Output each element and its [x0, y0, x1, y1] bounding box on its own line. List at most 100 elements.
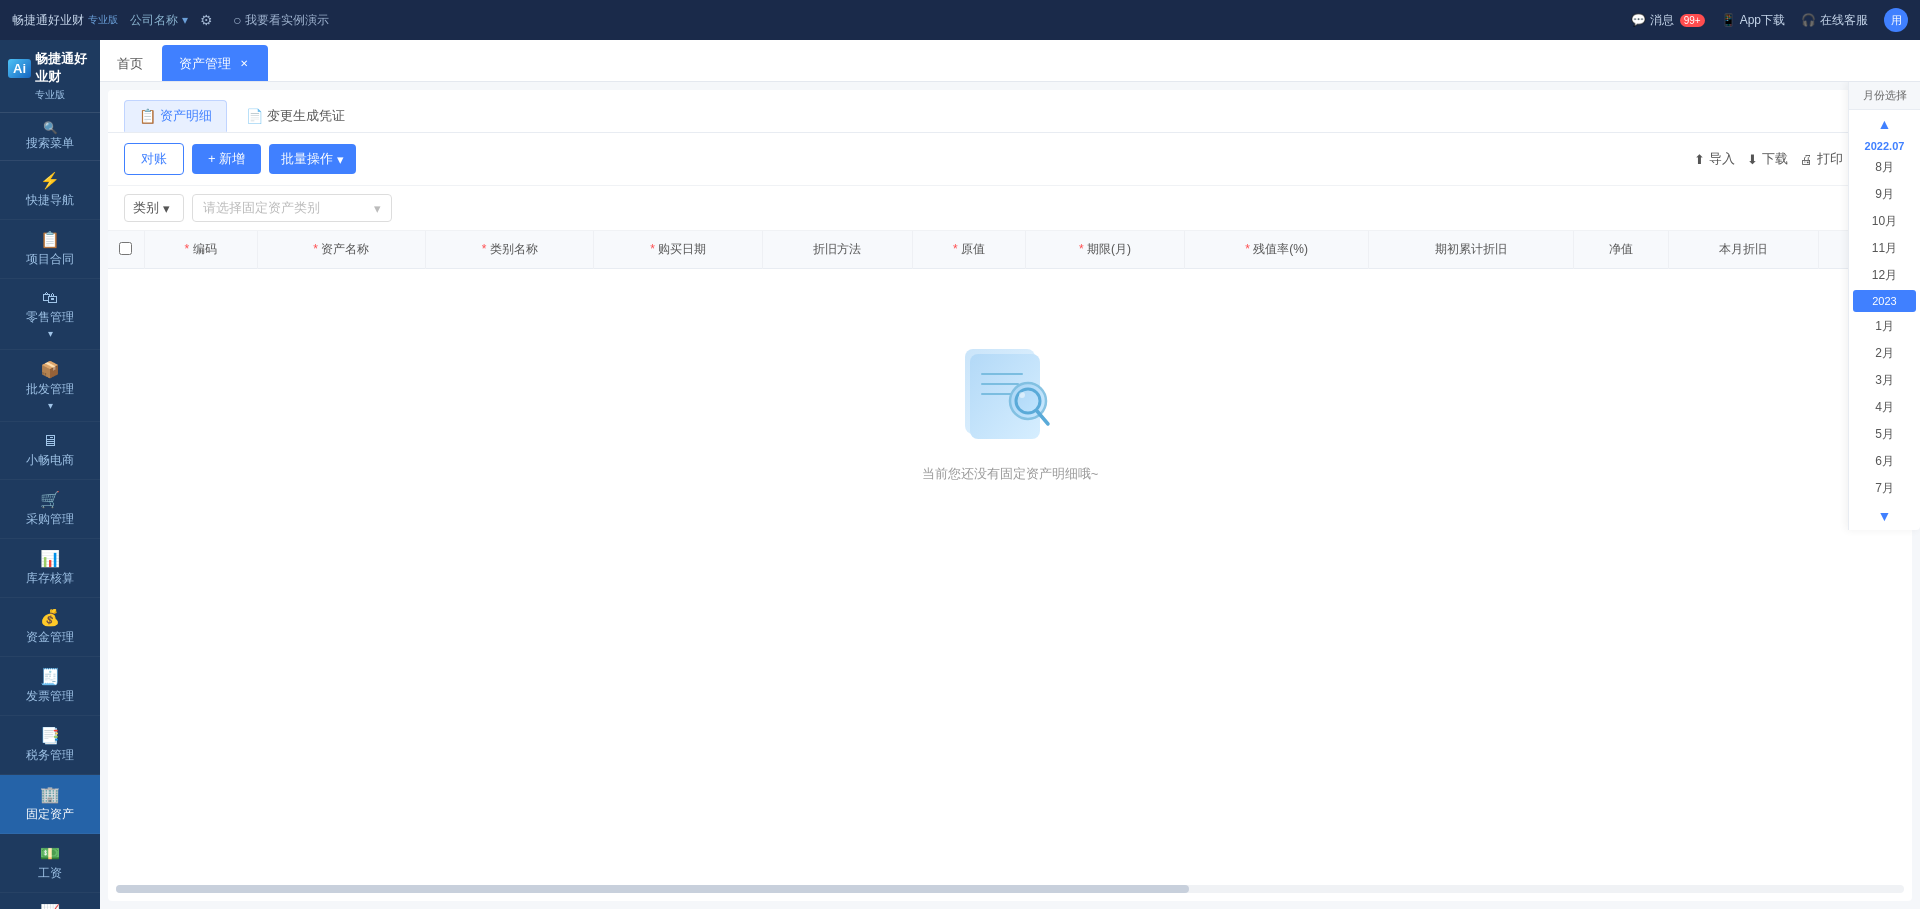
sidebar-item-fund[interactable]: 💰 资金管理 [0, 598, 100, 657]
tab-assets[interactable]: 资产管理 ✕ [162, 45, 268, 81]
month-panel: 月份选择 ▲ 2022.07 8月 9月 10月 11月 12月 2023 1月… [1848, 82, 1920, 530]
month-item-6[interactable]: 6月 [1849, 448, 1920, 475]
salary-icon: 💵 [40, 844, 60, 863]
assets-label: 固定资产 [26, 806, 74, 823]
sidebar-item-operation[interactable]: 📈 经营管理 [0, 893, 100, 909]
month-year-label: 2022.07 [1849, 138, 1920, 154]
wholesale-label: 批发管理 [26, 381, 74, 398]
month-item-11[interactable]: 11月 [1849, 235, 1920, 262]
category-filter-type[interactable]: 类别 ▾ [124, 194, 184, 222]
logo-edition: 专业版 [35, 88, 65, 102]
company-label: 公司名称 [130, 12, 178, 29]
main-panel: 📋 资产明细 📄 变更生成凭证 对账 + 新增 批量操作 ▾ [108, 90, 1912, 901]
sidebar-item-nav[interactable]: ⚡ 快捷导航 [0, 161, 100, 220]
purchase-icon: 🛒 [40, 490, 60, 509]
online-service-button[interactable]: 🎧 在线客服 [1801, 12, 1868, 29]
sidebar-item-salary[interactable]: 💵 工资 [0, 834, 100, 893]
app-download-label: App下载 [1740, 12, 1785, 29]
download-action[interactable]: ⬇ 下载 [1747, 150, 1788, 168]
month-item-4[interactable]: 4月 [1849, 394, 1920, 421]
import-label: 导入 [1709, 150, 1735, 168]
sidebar-item-assets[interactable]: 🏢 固定资产 [0, 775, 100, 834]
filter-bar: 类别 ▾ 请选择固定资产类别 ▾ [108, 186, 1912, 231]
retail-icon: 🛍 [42, 289, 58, 307]
svg-point-8 [1019, 392, 1025, 398]
message-button[interactable]: 💬 消息 99+ [1631, 12, 1705, 29]
sidebar-item-project[interactable]: 📋 项目合同 [0, 220, 100, 279]
retail-label: 零售管理 [26, 309, 74, 326]
th-name: 资产名称 [257, 231, 425, 269]
demo-link[interactable]: ○ 我要看实例演示 [233, 12, 329, 29]
tab-home[interactable]: 首页 [100, 45, 160, 81]
th-net-value: 净值 [1574, 231, 1669, 269]
search-menu[interactable]: 🔍 搜索菜单 [0, 113, 100, 161]
category-filter-label: 类别 [133, 199, 159, 217]
sub-tab-voucher[interactable]: 📄 变更生成凭证 [231, 100, 360, 132]
demo-text: 我要看实例演示 [245, 12, 329, 29]
message-badge: 99+ [1680, 14, 1705, 27]
import-icon: ⬆ [1694, 152, 1705, 167]
app-name: 畅捷通好业财 [12, 12, 84, 29]
month-prev-btn[interactable]: ▲ [1875, 114, 1895, 134]
month-item-3[interactable]: 3月 [1849, 367, 1920, 394]
wholesale-arrow: ▾ [48, 400, 53, 411]
sidebar-item-invoice[interactable]: 🧾 发票管理 [0, 657, 100, 716]
tab-close-icon[interactable]: ✕ [237, 57, 251, 71]
month-item-2[interactable]: 2月 [1849, 340, 1920, 367]
sidebar-logo: Ai 畅捷通好业财 专业版 [0, 40, 100, 113]
company-name[interactable]: 畅捷通好业财 专业版 公司名称 ▾ [12, 12, 188, 29]
month-item-10[interactable]: 10月 [1849, 208, 1920, 235]
month-next-btn[interactable]: ▼ [1875, 506, 1895, 526]
print-action[interactable]: 🖨 打印 [1800, 150, 1843, 168]
add-button[interactable]: + 新增 [192, 144, 261, 174]
assets-table: 编码 资产名称 类别名称 购买日期 折旧方法 原值 期限(月) 残值率(%) 期… [108, 231, 1912, 269]
th-code: 编码 [144, 231, 257, 269]
month-item-8[interactable]: 8月 [1849, 154, 1920, 181]
tab-assets-label: 资产管理 [179, 55, 231, 73]
category-filter-input[interactable]: 请选择固定资产类别 ▾ [192, 194, 392, 222]
empty-state: 当前您还没有固定资产明细哦~ [108, 269, 1912, 543]
reconcile-button[interactable]: 对账 [124, 143, 184, 175]
month-item-1[interactable]: 1月 [1849, 313, 1920, 340]
app-download-button[interactable]: 📱 App下载 [1721, 12, 1785, 29]
sub-tab-detail[interactable]: 📋 资产明细 [124, 100, 227, 132]
th-buy-date: 购买日期 [594, 231, 762, 269]
category-placeholder: 请选择固定资产类别 [203, 199, 320, 217]
batch-dropdown-icon: ▾ [337, 152, 344, 167]
empty-icon [950, 329, 1070, 449]
filter-dropdown-icon: ▾ [374, 201, 381, 216]
top-bar-right: 💬 消息 99+ 📱 App下载 🎧 在线客服 用 [1631, 8, 1908, 32]
th-category: 类别名称 [426, 231, 594, 269]
month-item-12[interactable]: 12月 [1849, 262, 1920, 289]
horizontal-scrollbar[interactable] [116, 885, 1904, 893]
user-avatar[interactable]: 用 [1884, 8, 1908, 32]
inventory-icon: 📊 [40, 549, 60, 568]
sidebar-item-inventory[interactable]: 📊 库存核算 [0, 539, 100, 598]
detail-tab-label: 资产明细 [160, 107, 212, 125]
nav-label: 快捷导航 [26, 192, 74, 209]
th-original-value: 原值 [912, 231, 1025, 269]
fund-icon: 💰 [40, 608, 60, 627]
select-all-checkbox[interactable] [119, 242, 132, 255]
th-period-depreciation: 期初累计折旧 [1369, 231, 1574, 269]
th-depreciation: 折旧方法 [762, 231, 912, 269]
sidebar-item-wholesale[interactable]: 📦 批发管理 ▾ [0, 350, 100, 422]
scrollbar-thumb [116, 885, 1189, 893]
fund-label: 资金管理 [26, 629, 74, 646]
sidebar-item-ecommerce[interactable]: 🖥 小畅电商 [0, 422, 100, 480]
assets-icon: 🏢 [40, 785, 60, 804]
batch-button[interactable]: 批量操作 ▾ [269, 144, 356, 174]
voucher-tab-label: 变更生成凭证 [267, 107, 345, 125]
settings-icon[interactable]: ⚙ [200, 12, 213, 28]
import-action[interactable]: ⬆ 导入 [1694, 150, 1735, 168]
download-label: 下载 [1762, 150, 1788, 168]
sidebar-item-purchase[interactable]: 🛒 采购管理 [0, 480, 100, 539]
th-checkbox [108, 231, 144, 269]
voucher-tab-icon: 📄 [246, 108, 263, 124]
sidebar-item-tax[interactable]: 📑 税务管理 [0, 716, 100, 775]
sidebar-item-retail[interactable]: 🛍 零售管理 ▾ [0, 279, 100, 350]
month-item-9[interactable]: 9月 [1849, 181, 1920, 208]
month-item-5[interactable]: 5月 [1849, 421, 1920, 448]
tab-home-label: 首页 [117, 55, 143, 73]
month-item-7[interactable]: 7月 [1849, 475, 1920, 502]
